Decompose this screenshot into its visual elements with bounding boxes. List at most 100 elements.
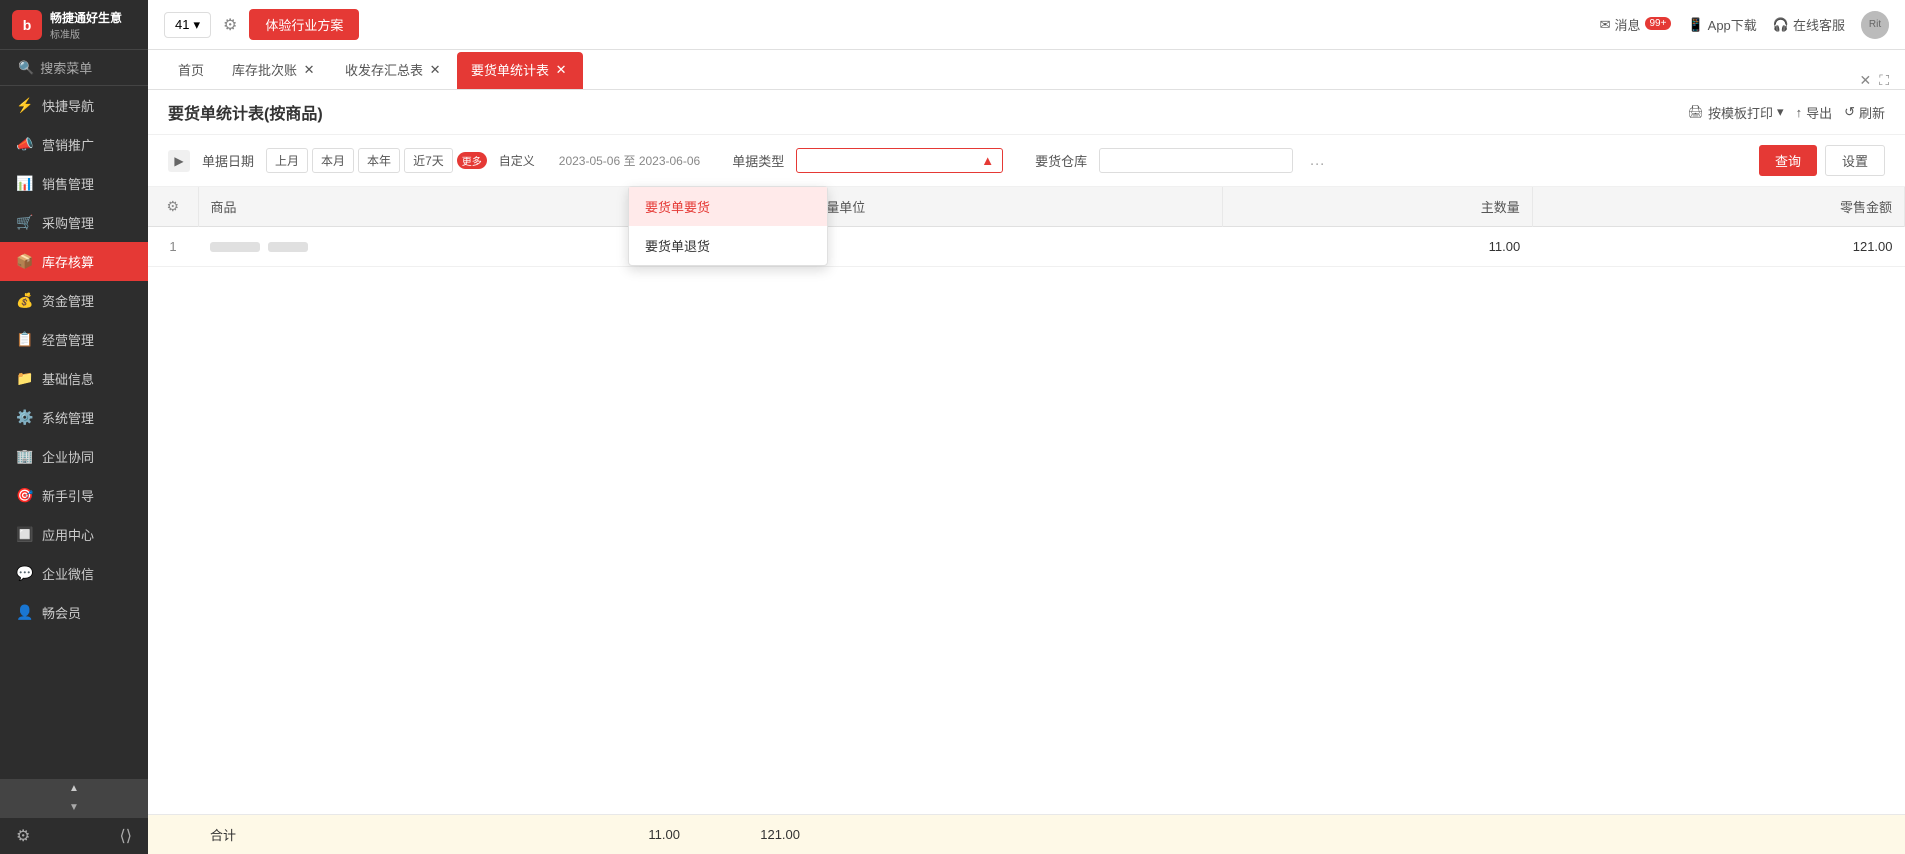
sidebar-item-label: 企业协同 <box>42 447 94 466</box>
sidebar-item-marketing[interactable]: 📣 营销推广 <box>0 125 148 164</box>
sidebar-item-apps[interactable]: 🔲 应用中心 <box>0 515 148 554</box>
data-table: ⚙ 商品 主计量单位 主数量 零售金额 1 <box>148 187 1905 267</box>
app-name: 畅捷通好生意 <box>50 9 122 26</box>
type-filter-label: 单据类型 <box>732 151 784 170</box>
sidebar-item-finance[interactable]: 💰 资金管理 <box>0 281 148 320</box>
sidebar-item-quick-nav[interactable]: ⚡ 快捷导航 <box>0 86 148 125</box>
warehouse-filter-text[interactable] <box>1108 153 1284 168</box>
table-container: ⚙ 商品 主计量单位 主数量 零售金额 1 <box>148 187 1905 814</box>
tab-batch-inventory-close[interactable]: ✕ <box>301 62 317 78</box>
sidebar-item-operations[interactable]: 📋 经营管理 <box>0 320 148 359</box>
tab-bar: 首页 库存批次账 ✕ 收发存汇总表 ✕ 要货单统计表 ✕ ✕ ⛶ <box>148 50 1905 90</box>
col-settings[interactable]: ⚙ <box>148 187 198 227</box>
settings-icon[interactable]: ⚙ <box>16 826 30 846</box>
user-avatar[interactable]: Rit <box>1861 11 1889 39</box>
last-7-days-btn[interactable]: 近7天 <box>404 148 453 173</box>
type-filter-input[interactable]: ▲ <box>796 148 1003 173</box>
sidebar-scroll-up[interactable]: ▲ <box>0 779 148 798</box>
trial-button[interactable]: 体验行业方案 <box>249 9 359 40</box>
product-bar-1 <box>210 242 260 252</box>
topbar-left: 41 ▾ ⚙ 体验行业方案 <box>164 9 359 40</box>
sidebar-item-purchase[interactable]: 🛒 采购管理 <box>0 203 148 242</box>
type-dropdown-arrow[interactable]: ▲ <box>981 153 994 168</box>
custom-date-btn[interactable]: 自定义 <box>491 149 543 172</box>
sidebar-item-label: 经营管理 <box>42 330 94 349</box>
user-text: Rit <box>1869 19 1881 30</box>
page-content: 要货单统计表(按商品) 🖨 按模板打印 ▾ ↑ 导出 ↺ 刷新 ▶ <box>148 90 1905 854</box>
main-content: 41 ▾ ⚙ 体验行业方案 ✉ 消息 99+ 📱 App下载 🎧 在线客服 <box>148 0 1905 854</box>
filter-settings-button[interactable]: 设置 <box>1825 145 1885 176</box>
topbar-right: ✉ 消息 99+ 📱 App下载 🎧 在线客服 Rit <box>1600 11 1889 39</box>
sidebar-item-wechat[interactable]: 💬 企业微信 <box>0 554 148 593</box>
notification-item[interactable]: ✉ 消息 99+ <box>1600 15 1672 34</box>
selector-arrow: ▾ <box>193 17 200 33</box>
sales-icon: 📊 <box>16 175 34 193</box>
sidebar-item-enterprise[interactable]: 🏢 企业协同 <box>0 437 148 476</box>
more-date-options-badge[interactable]: 更多 <box>457 152 487 169</box>
message-icon: ✉ <box>1600 17 1611 33</box>
collapse-icon[interactable]: ⟨⟩ <box>120 826 132 846</box>
sidebar-item-sales[interactable]: 📊 销售管理 <box>0 164 148 203</box>
sidebar-scroll-down[interactable]: ▼ <box>0 798 148 817</box>
print-button[interactable]: 🖨 按模板打印 ▾ <box>1688 103 1784 122</box>
wechat-icon: 💬 <box>16 565 34 583</box>
customer-service-label: 在线客服 <box>1793 15 1845 34</box>
refresh-button[interactable]: ↺ 刷新 <box>1844 103 1885 122</box>
topbar: 41 ▾ ⚙ 体验行业方案 ✉ 消息 99+ 📱 App下载 🎧 在线客服 <box>148 0 1905 50</box>
footer-total-label: 合计 <box>210 828 236 843</box>
sidebar-item-label: 系统管理 <box>42 408 94 427</box>
tab-order-summary-label: 要货单统计表 <box>471 60 549 79</box>
more-options-dots[interactable]: … <box>1309 152 1325 170</box>
tab-home[interactable]: 首页 <box>164 52 218 89</box>
sidebar-item-system[interactable]: ⚙️ 系统管理 <box>0 398 148 437</box>
refresh-icon: ↺ <box>1844 104 1855 120</box>
tab-receipt-summary-close[interactable]: ✕ <box>427 62 443 78</box>
footer-label: 合计 <box>160 825 580 844</box>
page-title: 要货单统计表(按商品) <box>168 100 323 124</box>
dropdown-item-order-label: 要货单要货 <box>645 200 710 215</box>
sidebar-item-member[interactable]: 👤 畅会员 <box>0 593 148 632</box>
member-icon: 👤 <box>16 604 34 622</box>
row-quantity: 11.00 <box>1223 227 1532 267</box>
query-button[interactable]: 查询 <box>1759 145 1817 176</box>
dropdown-item-order[interactable]: 要货单要货 <box>629 187 827 226</box>
sidebar-item-label: 资金管理 <box>42 291 94 310</box>
sidebar-item-guide[interactable]: 🎯 新手引导 <box>0 476 148 515</box>
sidebar-item-basics[interactable]: 📁 基础信息 <box>0 359 148 398</box>
basics-icon: 📁 <box>16 370 34 388</box>
col-unit: 主计量单位 <box>788 187 1223 227</box>
tab-order-summary-close[interactable]: ✕ <box>553 62 569 78</box>
company-value: 41 <box>175 17 189 32</box>
filter-expand-button[interactable]: ▶ <box>168 150 190 172</box>
customer-service-item[interactable]: 🎧 在线客服 <box>1773 15 1845 34</box>
page-header: 要货单统计表(按商品) 🖨 按模板打印 ▾ ↑ 导出 ↺ 刷新 <box>148 90 1905 135</box>
footer-amount-value: 121.00 <box>760 827 800 842</box>
tabs-right-controls: ✕ ⛶ <box>1859 72 1889 89</box>
this-month-btn[interactable]: 本月 <box>312 148 354 173</box>
row-amount: 121.00 <box>1532 227 1904 267</box>
sidebar-item-label: 企业微信 <box>42 564 94 583</box>
warehouse-filter-input[interactable] <box>1099 148 1293 173</box>
topbar-settings-icon[interactable]: ⚙ <box>223 15 237 35</box>
tab-batch-inventory[interactable]: 库存批次账 ✕ <box>218 52 331 89</box>
this-year-btn[interactable]: 本年 <box>358 148 400 173</box>
print-label: 按模板打印 <box>1708 103 1773 122</box>
app-download-item[interactable]: 📱 App下载 <box>1687 15 1756 34</box>
tabs-expand[interactable]: ⛶ <box>1879 72 1889 89</box>
logo-text: 畅捷通好生意 标准版 <box>50 9 122 41</box>
export-button[interactable]: ↑ 导出 <box>1796 103 1833 122</box>
tab-order-summary[interactable]: 要货单统计表 ✕ <box>457 52 583 89</box>
last-month-btn[interactable]: 上月 <box>266 148 308 173</box>
type-filter-text[interactable] <box>805 153 981 168</box>
print-icon: 🖨 <box>1688 104 1705 120</box>
search-menu[interactable]: 🔍 搜索菜单 <box>0 50 148 86</box>
enterprise-icon: 🏢 <box>16 448 34 466</box>
dropdown-item-return[interactable]: 要货单退货 <box>629 226 827 265</box>
date-quick-buttons: 上月 本月 本年 近7天 更多 自定义 <box>266 148 543 173</box>
sidebar-item-inventory[interactable]: 📦 库存核算 <box>0 242 148 281</box>
tab-receipt-summary[interactable]: 收发存汇总表 ✕ <box>331 52 457 89</box>
company-selector[interactable]: 41 ▾ <box>164 12 211 38</box>
tabs-close-all[interactable]: ✕ <box>1859 72 1871 89</box>
purchase-icon: 🛒 <box>16 214 34 232</box>
col-quantity: 主数量 <box>1223 187 1532 227</box>
